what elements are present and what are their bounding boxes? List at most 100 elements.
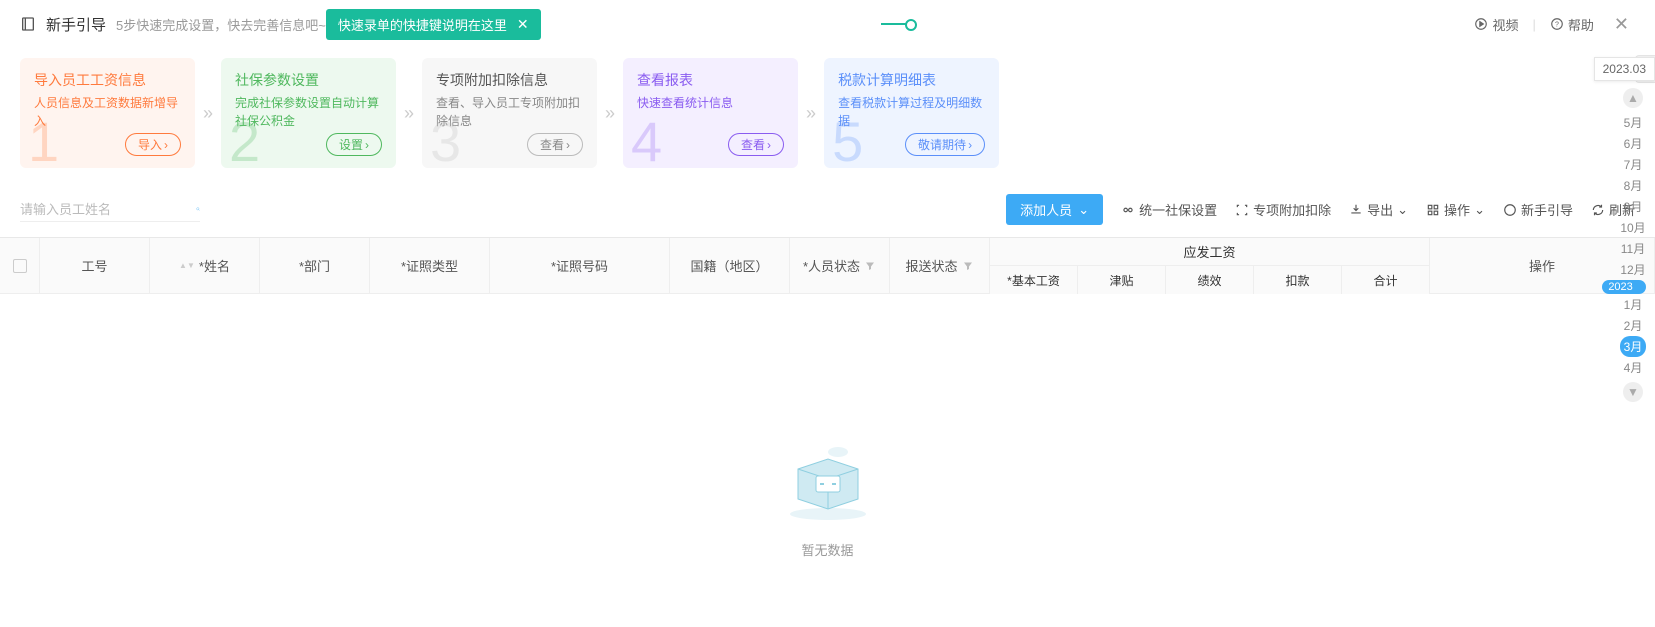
chevron-down-icon: ⌄ <box>1078 202 1089 218</box>
table-header: 工号 ▲▼*姓名 *部门 *证照类型 *证照号码 国籍（地区） *人员状态 报送… <box>0 238 1655 294</box>
month-2月[interactable]: 2月 <box>1620 315 1645 336</box>
guide-action[interactable]: 新手引导 <box>1503 200 1573 219</box>
page-subtitle: 5步快速完成设置，快去完善信息吧~ <box>116 15 326 34</box>
grid-icon <box>1426 203 1440 217</box>
operate-action[interactable]: 操作⌄ <box>1426 200 1485 219</box>
select-all-checkbox[interactable] <box>13 259 27 273</box>
step-title: 社保参数设置 <box>235 70 382 90</box>
refresh-icon <box>1591 203 1605 217</box>
month-10月[interactable]: 10月 <box>1620 217 1645 238</box>
step-number: 3 <box>430 109 461 174</box>
help-label: 帮助 <box>1568 15 1594 34</box>
th-allowance[interactable]: 津贴 <box>1078 266 1166 294</box>
step-title: 专项附加扣除信息 <box>436 70 583 90</box>
header-bar: 新手引导 5步快速完成设置，快去完善信息吧~ 快速录单的快捷键说明在这里 ✕ 视… <box>0 0 1655 48</box>
sort-icon[interactable]: ▲▼ <box>179 262 195 269</box>
search-icon[interactable] <box>196 201 200 217</box>
month-11月[interactable]: 11月 <box>1620 238 1645 259</box>
empty-state: 暂无数据 <box>0 294 1655 559</box>
onboarding-steps: 导入员工工资信息 人员信息及工资数据新增导入 1 导入› » 社保参数设置 完成… <box>0 48 1655 186</box>
add-person-button[interactable]: 添加人员 ⌄ <box>1006 194 1103 225</box>
th-idno[interactable]: *证照号码 <box>490 238 670 294</box>
th-report[interactable]: 报送状态 <box>890 238 990 294</box>
rail-up-icon[interactable]: ▲ <box>1623 88 1643 108</box>
header-left: 新手引导 5步快速完成设置，快去完善信息吧~ <box>20 14 326 35</box>
chevron-right-icon: › <box>566 138 570 152</box>
th-base[interactable]: *基本工资 <box>990 266 1078 294</box>
th-id[interactable]: 工号 <box>40 238 150 294</box>
filter-icon[interactable] <box>962 260 974 272</box>
month-8月[interactable]: 8月 <box>1620 175 1645 196</box>
page-title: 新手引导 <box>46 14 106 35</box>
step-number: 2 <box>229 109 260 174</box>
play-circle-icon <box>1474 17 1488 31</box>
step-card-1: 导入员工工资信息 人员信息及工资数据新增导入 1 导入› <box>20 58 195 168</box>
step-report-button[interactable]: 查看› <box>728 133 784 156</box>
th-status[interactable]: *人员状态 <box>790 238 890 294</box>
step-tax-button[interactable]: 敬请期待› <box>905 133 985 156</box>
step-settings-button[interactable]: 设置› <box>326 133 382 156</box>
export-icon <box>1349 203 1363 217</box>
toolbar: 添加人员 ⌄ 统一社保设置 专项附加扣除 导出⌄ 操作⌄ 新手引导 刷新 <box>0 186 1655 237</box>
close-panel-icon[interactable]: ✕ <box>1608 14 1635 35</box>
rail-down-icon[interactable]: ▼ <box>1623 382 1643 402</box>
month-7月[interactable]: 7月 <box>1620 154 1645 175</box>
employee-table: 工号 ▲▼*姓名 *部门 *证照类型 *证照号码 国籍（地区） *人员状态 报送… <box>0 237 1655 559</box>
step-arrow-icon: » <box>203 103 213 124</box>
step-view-button[interactable]: 查看› <box>527 133 583 156</box>
toolbar-right: 添加人员 ⌄ 统一社保设置 专项附加扣除 导出⌄ 操作⌄ 新手引导 刷新 <box>1006 194 1635 225</box>
video-link[interactable]: 视频 <box>1474 15 1518 34</box>
svg-text:?: ? <box>1555 21 1559 28</box>
th-salary-group: 应发工资 *基本工资 津贴 绩效 扣款 合计 <box>990 238 1430 294</box>
step-import-button[interactable]: 导入› <box>125 133 181 156</box>
search-wrap <box>20 197 200 222</box>
social-settings-action[interactable]: 统一社保设置 <box>1121 200 1217 219</box>
th-total[interactable]: 合计 <box>1342 266 1429 294</box>
video-label: 视频 <box>1492 15 1518 34</box>
month-4月[interactable]: 4月 <box>1620 357 1645 378</box>
step-title: 查看报表 <box>637 70 784 90</box>
chevron-down-icon: ⌄ <box>1397 202 1408 218</box>
step-title: 税款计算明细表 <box>838 70 985 90</box>
rail-year-chip: 2023 <box>1602 280 1645 294</box>
month-3月[interactable]: 3月 <box>1620 336 1645 357</box>
question-circle-icon: ? <box>1550 17 1564 31</box>
chevron-right-icon: › <box>365 138 369 152</box>
deduction-action[interactable]: 专项附加扣除 <box>1235 200 1331 219</box>
th-checkbox <box>0 238 40 294</box>
th-idtype[interactable]: *证照类型 <box>370 238 490 294</box>
month-12月[interactable]: 12月 <box>1620 259 1645 280</box>
question-circle-icon <box>1503 203 1517 217</box>
link-icon <box>1121 203 1135 217</box>
help-link[interactable]: ? 帮助 <box>1550 15 1594 34</box>
search-input[interactable] <box>20 202 196 217</box>
step-arrow-icon: » <box>806 103 816 124</box>
th-perf[interactable]: 绩效 <box>1166 266 1254 294</box>
step-card-2: 社保参数设置 完成社保参数设置自动计算社保公积金 2 设置› <box>221 58 396 168</box>
th-deduct[interactable]: 扣款 <box>1254 266 1342 294</box>
export-action[interactable]: 导出⌄ <box>1349 200 1408 219</box>
scan-icon <box>1235 203 1249 217</box>
empty-box-icon <box>778 434 878 524</box>
chevron-right-icon: › <box>767 138 771 152</box>
th-dept[interactable]: *部门 <box>260 238 370 294</box>
step-number: 4 <box>631 109 662 174</box>
th-nation[interactable]: 国籍（地区） <box>670 238 790 294</box>
chevron-right-icon: › <box>968 138 972 152</box>
tip-pointer-line <box>881 23 909 25</box>
month-6月[interactable]: 6月 <box>1620 133 1645 154</box>
th-salary-label: 应发工资 <box>990 238 1429 266</box>
month-1月[interactable]: 1月 <box>1620 294 1645 315</box>
month-5月[interactable]: 5月 <box>1620 112 1645 133</box>
header-right: 视频 | ? 帮助 ✕ <box>1474 14 1635 35</box>
th-name[interactable]: ▲▼*姓名 <box>150 238 260 294</box>
step-arrow-icon: » <box>404 103 414 124</box>
guide-book-icon <box>20 16 36 32</box>
step-number: 1 <box>28 109 59 174</box>
step-card-3: 专项附加扣除信息 查看、导入员工专项附加扣除信息 3 查看› <box>422 58 597 168</box>
year-badge: 2023.03 <box>1594 57 1655 81</box>
month-9月[interactable]: 9月 <box>1620 196 1645 217</box>
step-number: 5 <box>832 109 863 174</box>
tip-close-icon[interactable]: ✕ <box>517 16 529 33</box>
filter-icon[interactable] <box>864 260 876 272</box>
